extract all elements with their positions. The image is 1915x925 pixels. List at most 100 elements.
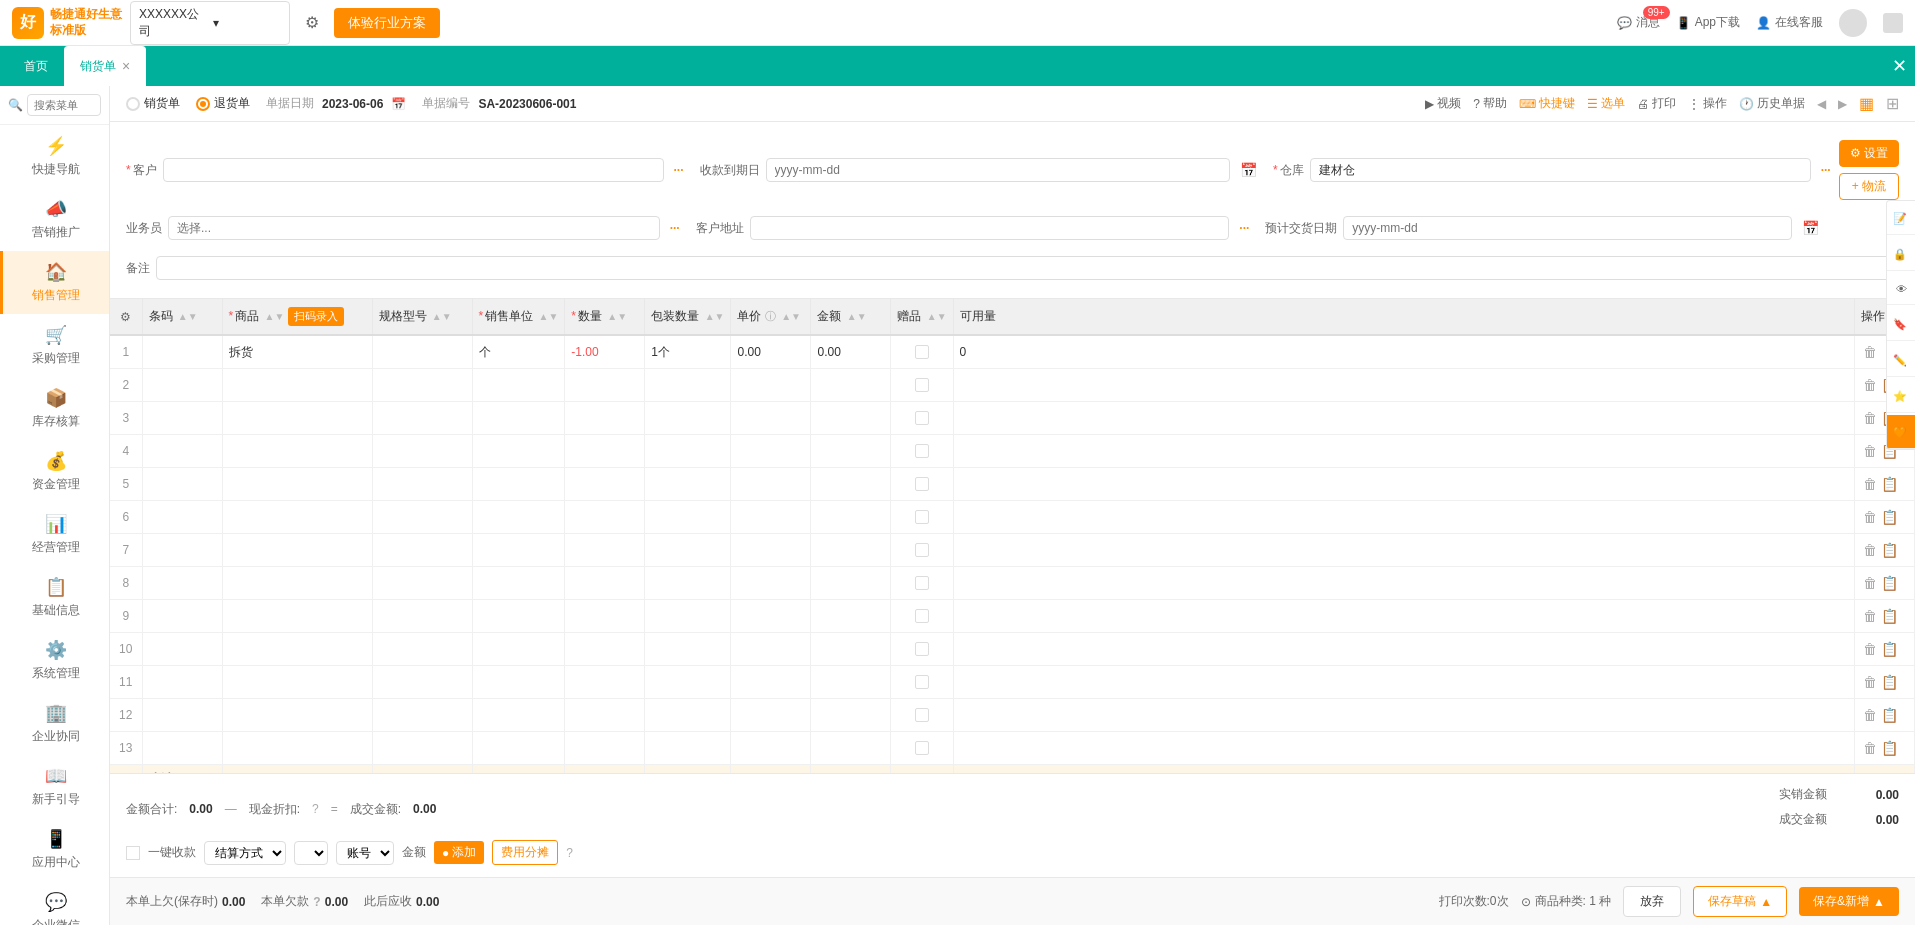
one-click-checkbox[interactable]	[126, 846, 140, 860]
unit-price-cell[interactable]: 0.00	[731, 335, 811, 369]
search-input[interactable]	[27, 94, 101, 116]
copy-row-btn[interactable]: 📋	[1879, 672, 1900, 692]
setup-btn[interactable]: ⚙ 设置	[1839, 140, 1899, 167]
gift-checkbox[interactable]	[915, 444, 929, 458]
expense-btn[interactable]: 费用分摊	[492, 840, 558, 865]
sidebar-item-sales[interactable]: 🏠 销售管理	[0, 251, 109, 314]
delete-row-btn[interactable]: 🗑	[1861, 738, 1879, 758]
delete-row-btn[interactable]: 🗑	[1861, 441, 1879, 461]
sidebar-item-finance[interactable]: 💰 资金管理	[0, 440, 109, 503]
sidebar-item-inventory[interactable]: 📦 库存核算	[0, 377, 109, 440]
copy-row-btn[interactable]: 📋	[1879, 507, 1900, 527]
warehouse-dots[interactable]: ···	[1821, 163, 1831, 177]
settings-icon[interactable]: ⚙	[298, 9, 326, 37]
radio-return[interactable]: 退货单	[196, 95, 250, 112]
close-all-tabs-icon[interactable]: ✕	[1892, 55, 1907, 77]
customer-addr-dots[interactable]: ···	[1239, 221, 1249, 235]
sidebar-item-enterprise[interactable]: 🏢 企业协同	[0, 692, 109, 755]
float-btn-lock[interactable]: 🔒	[1887, 237, 1915, 271]
sidebar-item-marketing[interactable]: 📣 营销推广	[0, 188, 109, 251]
delete-row-btn[interactable]: 🗑	[1861, 672, 1879, 692]
history-link[interactable]: 🕐 历史单据	[1739, 95, 1805, 112]
float-btn-bookmark[interactable]: 🔖	[1887, 307, 1915, 341]
sidebar-item-quick-nav[interactable]: ⚡ 快捷导航	[0, 125, 109, 188]
delete-row-btn[interactable]: 🗑	[1861, 375, 1879, 395]
salesperson-dots[interactable]: ···	[670, 221, 680, 235]
discard-btn[interactable]: 放弃	[1623, 886, 1681, 917]
gift-checkbox[interactable]	[915, 510, 929, 524]
float-btn-edit[interactable]: ✏️	[1887, 343, 1915, 377]
copy-row-btn[interactable]: 📋	[1879, 474, 1900, 494]
copy-row-btn[interactable]: 📋	[1879, 705, 1900, 725]
float-btn-eye[interactable]: 👁	[1887, 273, 1915, 305]
avatar[interactable]	[1839, 9, 1867, 37]
gift-checkbox[interactable]	[915, 477, 929, 491]
float-btn-note[interactable]: 📝	[1887, 201, 1915, 235]
tab-close-icon[interactable]: ×	[122, 58, 130, 74]
logistics-btn[interactable]: + 物流	[1839, 173, 1899, 200]
gift-checkbox[interactable]	[915, 378, 929, 392]
customer-dots[interactable]: ···	[674, 163, 684, 177]
expected-date-calendar-icon[interactable]: 📅	[1802, 220, 1819, 236]
tab-sales-order[interactable]: 销货单 ×	[64, 46, 146, 86]
th-settings[interactable]: ⚙	[110, 299, 142, 335]
next-icon[interactable]: ▶	[1838, 97, 1847, 111]
online-support-btn[interactable]: 👤 在线客服	[1756, 14, 1823, 31]
expected-date-input[interactable]	[1343, 216, 1792, 240]
customer-input[interactable]	[163, 158, 664, 182]
select-order-link[interactable]: ☰ 选单	[1587, 95, 1625, 112]
cash-discount-info-icon[interactable]: ?	[312, 802, 319, 816]
copy-row-btn[interactable]: 📋	[1879, 738, 1900, 758]
settings-gear-icon[interactable]: ⚙	[120, 310, 131, 324]
float-btn-star[interactable]: ⭐	[1887, 379, 1915, 413]
payment-help-icon[interactable]: ?	[566, 846, 573, 860]
gift-checkbox[interactable]	[915, 576, 929, 590]
prev-icon[interactable]: ◀	[1817, 97, 1826, 111]
account-select[interactable]: 账号	[336, 841, 394, 865]
gift-checkbox[interactable]	[915, 708, 929, 722]
delete-row-btn[interactable]: 🗑	[1861, 408, 1879, 428]
delete-row-btn[interactable]: 🗑	[1861, 606, 1879, 626]
video-link[interactable]: ▶ 视频	[1425, 95, 1461, 112]
due-date-calendar-icon[interactable]: 📅	[1240, 162, 1257, 178]
sidebar-item-wechat[interactable]: 💬 企业微信	[0, 881, 109, 925]
notification-btn[interactable]: 💬 消息 99+	[1617, 14, 1660, 31]
grid-view-icon[interactable]: ▦	[1859, 94, 1874, 113]
help-link[interactable]: ? 帮助	[1473, 95, 1507, 112]
gift-checkbox[interactable]	[915, 609, 929, 623]
sidebar-item-system[interactable]: ⚙️ 系统管理	[0, 629, 109, 692]
delete-row-btn[interactable]: 🗑	[1861, 507, 1879, 527]
sidebar-item-purchase[interactable]: 🛒 采购管理	[0, 314, 109, 377]
gift-checkbox[interactable]	[915, 642, 929, 656]
company-select[interactable]: XXXXXX公司 ▾	[130, 1, 290, 45]
tab-home[interactable]: 首页	[8, 46, 64, 86]
user-menu-icon[interactable]	[1883, 13, 1903, 33]
delete-row-btn[interactable]: 🗑	[1861, 540, 1879, 560]
copy-row-btn[interactable]: 📋	[1879, 573, 1900, 593]
settlement-select-2[interactable]	[294, 841, 328, 865]
delete-row-btn[interactable]: 🗑	[1861, 573, 1879, 593]
copy-row-btn[interactable]: 📋	[1879, 639, 1900, 659]
gift-checkbox[interactable]	[915, 675, 929, 689]
delete-row-btn[interactable]: 🗑	[1861, 342, 1879, 362]
sidebar-item-app-center[interactable]: 📱 应用中心	[0, 818, 109, 881]
product-cell[interactable]: 拆货	[222, 335, 372, 369]
save-new-btn[interactable]: 保存&新增 ▲	[1799, 887, 1899, 916]
notes-input[interactable]	[156, 256, 1899, 280]
settlement-select[interactable]: 结算方式	[204, 841, 286, 865]
unit-price-info-icon[interactable]: ⓘ	[765, 310, 776, 322]
scan-btn[interactable]: 扫码录入	[288, 307, 344, 326]
product-kind[interactable]: ⊙ 商品种类: 1 种	[1521, 893, 1612, 910]
customer-addr-input[interactable]	[750, 216, 1230, 240]
warehouse-input[interactable]	[1310, 158, 1811, 182]
delete-row-btn[interactable]: 🗑	[1861, 639, 1879, 659]
save-draft-btn[interactable]: 保存草稿 ▲	[1693, 886, 1787, 917]
due-date-input[interactable]	[766, 158, 1231, 182]
gift-checkbox[interactable]	[915, 345, 929, 359]
sidebar-item-basic-info[interactable]: 📋 基础信息	[0, 566, 109, 629]
radio-sales[interactable]: 销货单	[126, 95, 180, 112]
gift-checkbox[interactable]	[915, 741, 929, 755]
delete-row-btn[interactable]: 🗑	[1861, 474, 1879, 494]
print-link[interactable]: 🖨 打印	[1637, 95, 1676, 112]
salesperson-input[interactable]	[168, 216, 660, 240]
